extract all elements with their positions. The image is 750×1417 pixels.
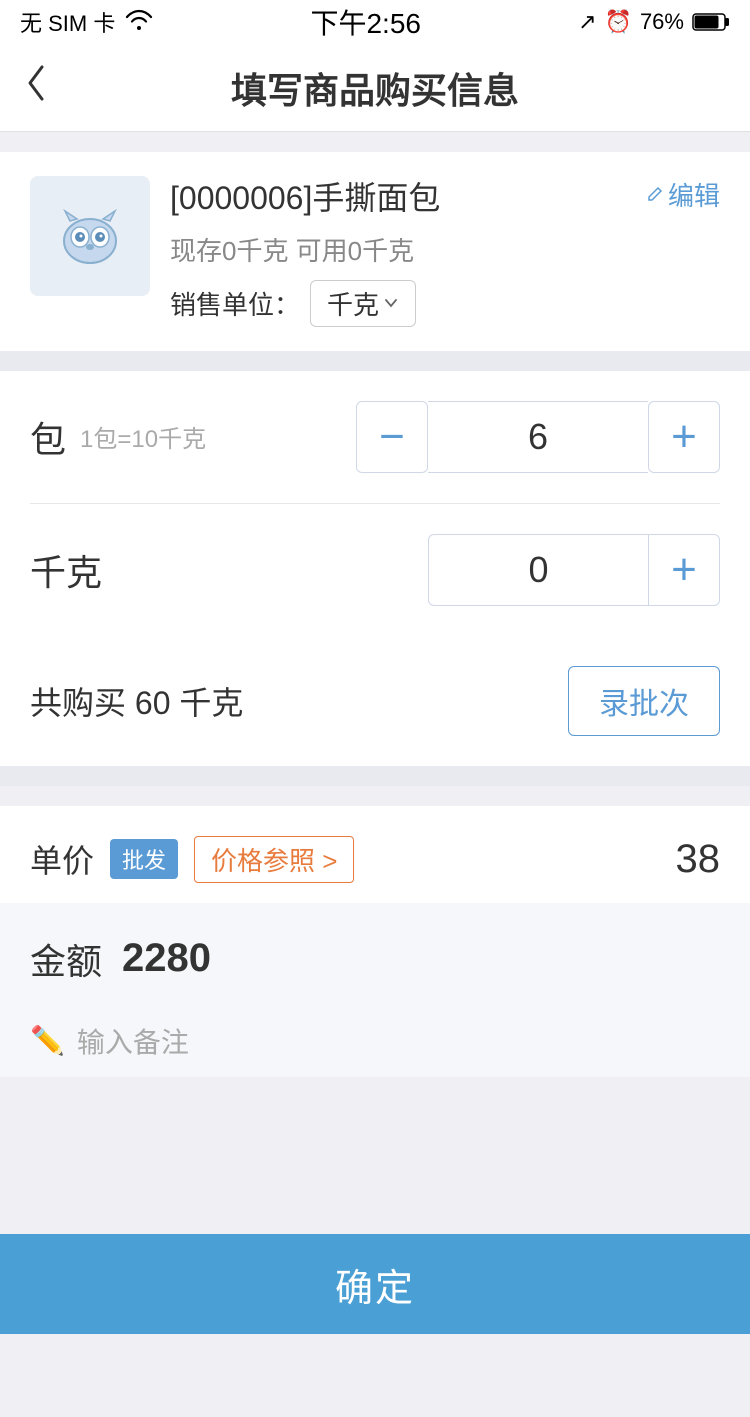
carrier-text: 无 SIM 卡	[20, 6, 115, 38]
status-bar: 无 SIM 卡 下午2:56 ↗ ⏰ 76%	[0, 0, 750, 44]
price-value: 38	[676, 837, 721, 882]
pack-qty-controls: − +	[356, 401, 720, 473]
product-name: [0000006]手撕面包	[170, 176, 440, 221]
edit-button[interactable]: 编辑	[644, 176, 720, 213]
price-tag: 批发	[110, 839, 178, 879]
product-thumbnail	[30, 176, 150, 296]
divider-1	[0, 351, 750, 371]
alarm-icon: ⏰	[605, 9, 632, 35]
kg-qty-input[interactable]	[428, 534, 648, 606]
divider-2	[0, 766, 750, 786]
status-right: ↗ ⏰ 76%	[578, 9, 730, 35]
pack-label: 包 1包=10千克	[30, 411, 206, 463]
price-row: 单价 批发 价格参照 > 38	[30, 836, 720, 883]
page-title: 填写商品购买信息	[231, 62, 519, 114]
quantity-section: 包 1包=10千克 − + 千克 +	[0, 371, 750, 636]
amount-row: 金额 2280	[30, 933, 720, 985]
kg-increment-button[interactable]: +	[648, 534, 720, 606]
pack-decrement-button[interactable]: −	[356, 401, 428, 473]
price-label: 单价	[30, 836, 94, 882]
back-button[interactable]	[24, 63, 48, 112]
amount-label: 金额	[30, 933, 102, 985]
price-ref-button[interactable]: 价格参照 >	[194, 836, 354, 883]
unit-select[interactable]: 千克	[310, 280, 416, 327]
status-carrier: 无 SIM 卡	[20, 6, 153, 38]
summary-text: 共购买 60 千克	[30, 678, 243, 724]
pack-hint: 1包=10千克	[80, 419, 206, 454]
battery-icon	[692, 12, 730, 32]
record-batch-button[interactable]: 录批次	[568, 666, 720, 736]
pack-increment-button[interactable]: +	[648, 401, 720, 473]
kg-qty-row: 千克 +	[30, 504, 720, 636]
remark-placeholder: 输入备注	[77, 1021, 189, 1061]
price-section: 单价 批发 价格参照 > 38	[0, 806, 750, 903]
pencil-icon: ✏️	[30, 1024, 65, 1057]
location-icon: ↗	[578, 9, 596, 35]
summary-row: 共购买 60 千克 录批次	[0, 636, 750, 766]
wifi-icon	[125, 8, 153, 36]
kg-label: 千克	[30, 544, 102, 596]
product-card: [0000006]手撕面包 编辑 现存0千克 可用0千克 销售单位： 千克	[0, 152, 750, 351]
remark-row[interactable]: ✏️ 输入备注	[30, 1005, 720, 1077]
product-stock: 现存0千克 可用0千克	[170, 231, 720, 268]
product-info: [0000006]手撕面包 编辑 现存0千克 可用0千克 销售单位： 千克	[170, 176, 720, 327]
pack-qty-input[interactable]	[428, 401, 648, 473]
status-time: 下午2:56	[310, 2, 421, 42]
amount-value: 2280	[122, 936, 211, 981]
battery-text: 76%	[640, 9, 684, 35]
amount-section: 金额 2280 ✏️ 输入备注	[0, 903, 750, 1077]
confirm-button[interactable]: 确定	[0, 1234, 750, 1334]
kg-qty-controls: +	[428, 534, 720, 606]
pack-qty-row: 包 1包=10千克 − +	[30, 371, 720, 504]
nav-bar: 填写商品购买信息	[0, 44, 750, 132]
product-unit-row: 销售单位： 千克	[170, 280, 720, 327]
